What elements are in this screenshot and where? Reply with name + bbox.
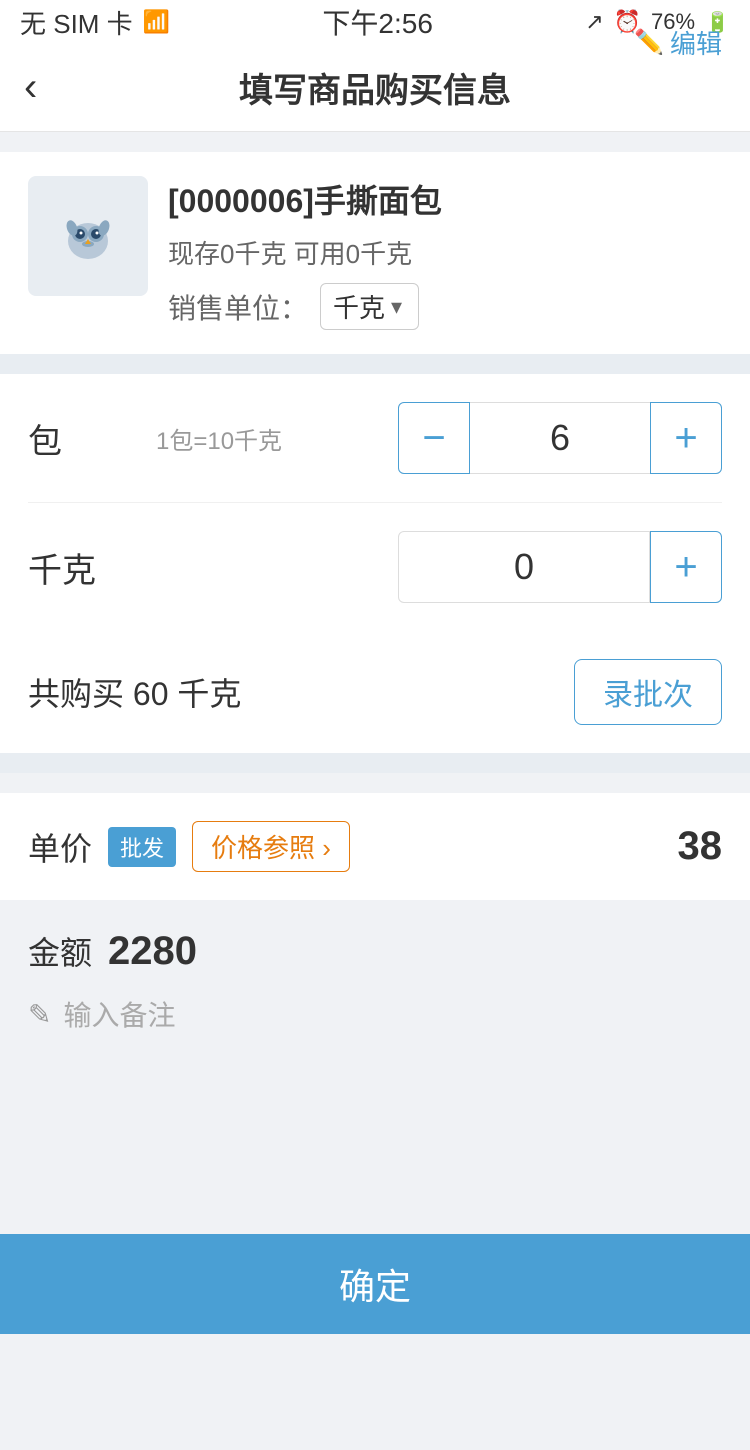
- amount-value: 2280: [108, 929, 197, 974]
- batch-button[interactable]: 录批次: [574, 659, 722, 725]
- price-row: 单价 批发 价格参照 › 38: [28, 821, 722, 872]
- section-divider-2: [0, 753, 750, 773]
- summary-section: 共购买 60 千克 录批次: [0, 631, 750, 753]
- kg-plus-button[interactable]: +: [650, 531, 722, 603]
- price-ref-button[interactable]: 价格参照 ›: [192, 821, 350, 872]
- confirm-label: 确定: [339, 1258, 411, 1310]
- kg-qty-input[interactable]: [398, 531, 650, 603]
- edit-button[interactable]: ✏️ 编辑: [634, 24, 722, 61]
- amount-row: 金额 2280: [28, 928, 722, 974]
- location-icon: ↗: [585, 9, 603, 35]
- price-tag: 批发: [108, 827, 176, 867]
- summary-text: 共购买 60 千克: [28, 669, 241, 715]
- carrier-label: 无 SIM 卡: [20, 4, 133, 41]
- product-info: [0000006]手撕面包 现存0千克 可用0千克 销售单位： 千克 ▾: [168, 176, 722, 330]
- edit-label: 编辑: [670, 24, 722, 61]
- bao-sublabel: 1包=10千克: [156, 421, 282, 456]
- amount-label: 金额: [28, 928, 92, 974]
- bao-plus-button[interactable]: +: [650, 402, 722, 474]
- product-unit-row: 销售单位： 千克 ▾: [168, 283, 722, 330]
- price-value: 38: [678, 824, 723, 869]
- input-section: 包 1包=10千克 − + 千克 +: [0, 374, 750, 631]
- product-thumbnail: [28, 176, 148, 296]
- bao-input-row: 包 1包=10千克 − +: [28, 374, 722, 503]
- section-divider-1: [0, 354, 750, 374]
- bao-minus-button[interactable]: −: [398, 402, 470, 474]
- unit-value: 千克: [333, 288, 385, 325]
- price-section: 单价 批发 价格参照 › 38: [0, 793, 750, 900]
- kg-controls: +: [398, 531, 722, 603]
- bao-label: 包: [28, 414, 148, 463]
- chevron-down-icon: ▾: [391, 294, 402, 320]
- kg-input-row: 千克 +: [28, 503, 722, 631]
- product-card: [0000006]手撕面包 现存0千克 可用0千克 销售单位： 千克 ▾ ✏️ …: [0, 152, 750, 354]
- unit-selector[interactable]: 千克 ▾: [320, 283, 419, 330]
- confirm-bar[interactable]: 确定: [0, 1234, 750, 1334]
- product-stock: 现存0千克 可用0千克: [168, 234, 722, 271]
- wifi-icon: 📶: [143, 9, 170, 35]
- page-title: 填写商品购买信息: [239, 63, 511, 112]
- time-label: 下午2:56: [322, 2, 433, 42]
- back-button[interactable]: ‹: [24, 65, 37, 110]
- remark-placeholder: 输入备注: [63, 994, 175, 1034]
- product-name: [0000006]手撕面包: [168, 176, 722, 222]
- remark-row[interactable]: ✎ 输入备注: [28, 994, 722, 1034]
- price-label: 单价: [28, 824, 92, 870]
- pencil-icon: ✎: [28, 998, 51, 1031]
- kg-label: 千克: [28, 543, 148, 592]
- amount-section: 金额 2280 ✎ 输入备注: [0, 900, 750, 1050]
- bao-qty-input[interactable]: [470, 402, 650, 474]
- status-left: 无 SIM 卡 📶: [20, 4, 170, 41]
- bao-controls: − +: [398, 402, 722, 474]
- unit-label: 销售单位：: [168, 287, 308, 327]
- edit-icon: ✏️: [634, 28, 664, 57]
